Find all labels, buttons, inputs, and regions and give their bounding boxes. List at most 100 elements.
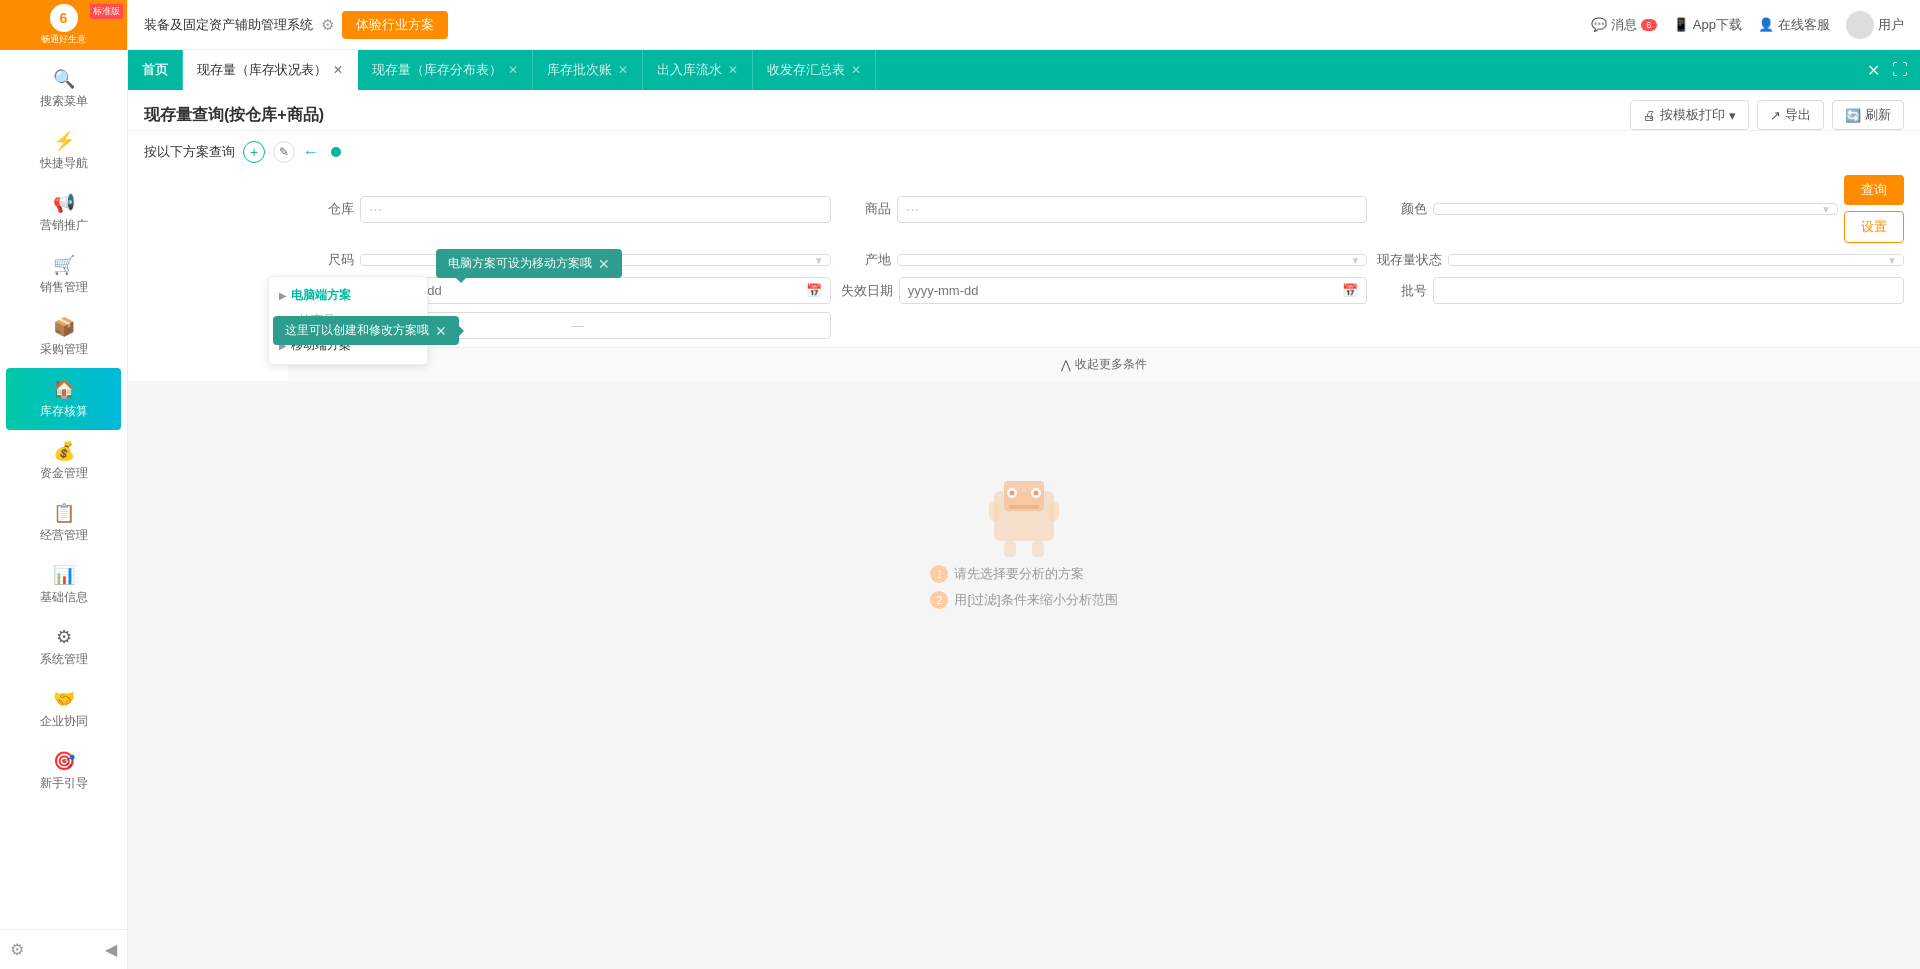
tab-inout-flow[interactable]: 出入库流水 ✕ <box>643 50 753 90</box>
tooltip-left-close[interactable]: ✕ <box>435 323 447 339</box>
header-settings-icon[interactable]: ⚙ <box>321 16 334 34</box>
app-download-btn[interactable]: 📱 App下载 <box>1673 16 1742 34</box>
collapse-bar[interactable]: ⋀ 收起更多条件 <box>288 347 1920 381</box>
expiry-date-input-wrap[interactable]: 📅 <box>899 277 1368 304</box>
tab-home[interactable]: 首页 <box>128 50 183 90</box>
tab-inventory-status[interactable]: 现存量（库存状况表） ✕ <box>183 50 358 90</box>
page-title: 现存量查询(按仓库+商品) <box>144 105 324 126</box>
print-label: 按模板打印 <box>1660 106 1725 124</box>
sidebar-item-label: 基础信息 <box>40 589 88 606</box>
calendar-icon-expiry[interactable]: 📅 <box>1342 283 1358 298</box>
sidebar-bottom: ⚙ ◀ <box>0 929 127 969</box>
color-select[interactable]: ▼ <box>1433 203 1838 215</box>
dot-indicator <box>331 147 341 157</box>
tab-close-receive-summary[interactable]: ✕ <box>851 63 861 77</box>
filter-cell-batch: 批号 <box>1377 277 1904 304</box>
empty-illustration <box>974 461 1074 561</box>
set-btn[interactable]: 设置 <box>1844 211 1904 243</box>
tab-close-inventory-dist[interactable]: ✕ <box>508 63 518 77</box>
tab-expand-icon[interactable]: ⛶ <box>1888 57 1912 83</box>
message-btn[interactable]: 💬 消息 6 <box>1591 16 1657 34</box>
hint-num-1: 1 <box>930 565 948 583</box>
sales-icon: 🛒 <box>53 254 75 276</box>
add-scheme-btn[interactable]: + <box>243 141 265 163</box>
filter-cell-color: 颜色 ▼ 查询 设置 <box>1377 175 1904 243</box>
sidebar-logo: 6 畅通好生意 标准版 <box>0 0 127 50</box>
marketing-icon: 📢 <box>53 192 75 214</box>
sidebar-item-purchase[interactable]: 📦 采购管理 <box>0 306 127 368</box>
sidebar-item-marketing[interactable]: 📢 营销推广 <box>0 182 127 244</box>
warehouse-input[interactable]: ⋯ <box>360 196 831 223</box>
sidebar-item-label: 企业协同 <box>40 713 88 730</box>
online-service-btn[interactable]: 👤 在线客服 <box>1758 16 1830 34</box>
expiry-date-input[interactable] <box>908 283 1339 298</box>
search-buttons: 查询 设置 <box>1844 175 1904 243</box>
calendar-icon-prod[interactable]: 📅 <box>806 283 822 298</box>
goods-input[interactable]: ⋯ <box>897 196 1368 223</box>
export-label: 导出 <box>1785 106 1811 124</box>
goods-label: 商品 <box>841 200 891 218</box>
export-btn[interactable]: ↗ 导出 <box>1757 100 1824 130</box>
sidebar-item-label: 新手引导 <box>40 775 88 792</box>
tab-close-inout-flow[interactable]: ✕ <box>728 63 738 77</box>
service-icon: 👤 <box>1758 17 1774 32</box>
collapse-sidebar-icon[interactable]: ◀ <box>105 940 117 959</box>
tab-close-all-icon[interactable]: ✕ <box>1863 57 1884 84</box>
tab-inventory-dist[interactable]: 现存量（库存分布表） ✕ <box>358 50 533 90</box>
inventory-icon: 🏠 <box>53 378 75 400</box>
industry-btn[interactable]: 体验行业方案 <box>342 11 448 39</box>
tab-receive-summary[interactable]: 收发存汇总表 ✕ <box>753 50 876 90</box>
sidebar-item-system[interactable]: ⚙ 系统管理 <box>0 616 127 678</box>
edit-scheme-btn[interactable]: ✎ <box>273 141 295 163</box>
tab-batch-ledger[interactable]: 库存批次账 ✕ <box>533 50 643 90</box>
arrow-back-icon[interactable]: ← <box>303 143 319 161</box>
sidebar-item-base[interactable]: 📊 基础信息 <box>0 554 127 616</box>
sidebar-item-sales[interactable]: 🛒 销售管理 <box>0 244 127 306</box>
stock-qty-max[interactable] <box>588 318 758 333</box>
search-btn[interactable]: 查询 <box>1844 175 1904 205</box>
sidebar-item-search[interactable]: 🔍 搜索菜单 <box>0 58 127 120</box>
top-header: 装备及固定资产辅助管理系统 ⚙ 体验行业方案 💬 消息 6 📱 App下载 👤 … <box>128 0 1920 50</box>
sidebar-item-quick[interactable]: ⚡ 快捷导航 <box>0 120 127 182</box>
filter-cell-stock-status: 现存量状态 ▼ <box>1377 251 1904 269</box>
sidebar-item-finance[interactable]: 💰 资金管理 <box>0 430 127 492</box>
chevron-down-origin-icon: ▼ <box>1350 255 1360 266</box>
tooltip-top-text: 电脑方案可设为移动方案哦 <box>448 255 592 272</box>
prod-date-input[interactable] <box>371 283 802 298</box>
settings-icon[interactable]: ⚙ <box>10 940 24 959</box>
tab-inventory-status-label: 现存量（库存状况表） <box>197 61 327 79</box>
user-label: 用户 <box>1878 16 1904 34</box>
prod-date-input-wrap[interactable]: 📅 <box>362 277 831 304</box>
tab-close-inventory-status[interactable]: ✕ <box>333 63 343 77</box>
svg-point-4 <box>1010 491 1015 496</box>
batch-input[interactable] <box>1433 277 1904 304</box>
stock-qty-sep: — <box>571 318 584 333</box>
refresh-icon: 🔄 <box>1845 108 1861 123</box>
tab-close-batch-ledger[interactable]: ✕ <box>618 63 628 77</box>
operation-icon: 📋 <box>53 502 75 524</box>
user-menu[interactable]: 用户 <box>1846 11 1904 39</box>
sidebar-item-enterprise[interactable]: 🤝 企业协同 <box>0 678 127 740</box>
tab-receive-summary-label: 收发存汇总表 <box>767 61 845 79</box>
refresh-btn[interactable]: 🔄 刷新 <box>1832 100 1904 130</box>
sidebar-item-label: 采购管理 <box>40 341 88 358</box>
hint-text-1: 请先选择要分析的方案 <box>954 561 1084 587</box>
goods-more-icon: ⋯ <box>906 202 919 217</box>
tooltip-top-close[interactable]: ✕ <box>598 256 610 272</box>
svg-point-5 <box>1034 491 1039 496</box>
logo-icon: 6 <box>50 4 78 32</box>
sidebar-item-label: 快捷导航 <box>40 155 88 172</box>
stock-status-select[interactable]: ▼ <box>1448 254 1904 266</box>
collapse-label: 收起更多条件 <box>1075 356 1147 373</box>
print-btn[interactable]: 🖨 按模板打印 ▾ <box>1630 100 1749 130</box>
sidebar-item-inventory[interactable]: 🏠 库存核算 <box>6 368 121 430</box>
tree-item-pc[interactable]: ▶ 电脑端方案 <box>269 283 427 308</box>
sidebar-item-guide[interactable]: 🎯 新手引导 <box>0 740 127 802</box>
svg-rect-9 <box>1004 541 1016 557</box>
hint-num-2: 2 <box>930 591 948 609</box>
tree-arrow-pc: ▶ <box>279 290 287 301</box>
guide-icon: 🎯 <box>53 750 75 772</box>
sidebar-item-operation[interactable]: 📋 经营管理 <box>0 492 127 554</box>
export-icon: ↗ <box>1770 108 1781 123</box>
origin-select[interactable]: ▼ <box>897 254 1368 266</box>
